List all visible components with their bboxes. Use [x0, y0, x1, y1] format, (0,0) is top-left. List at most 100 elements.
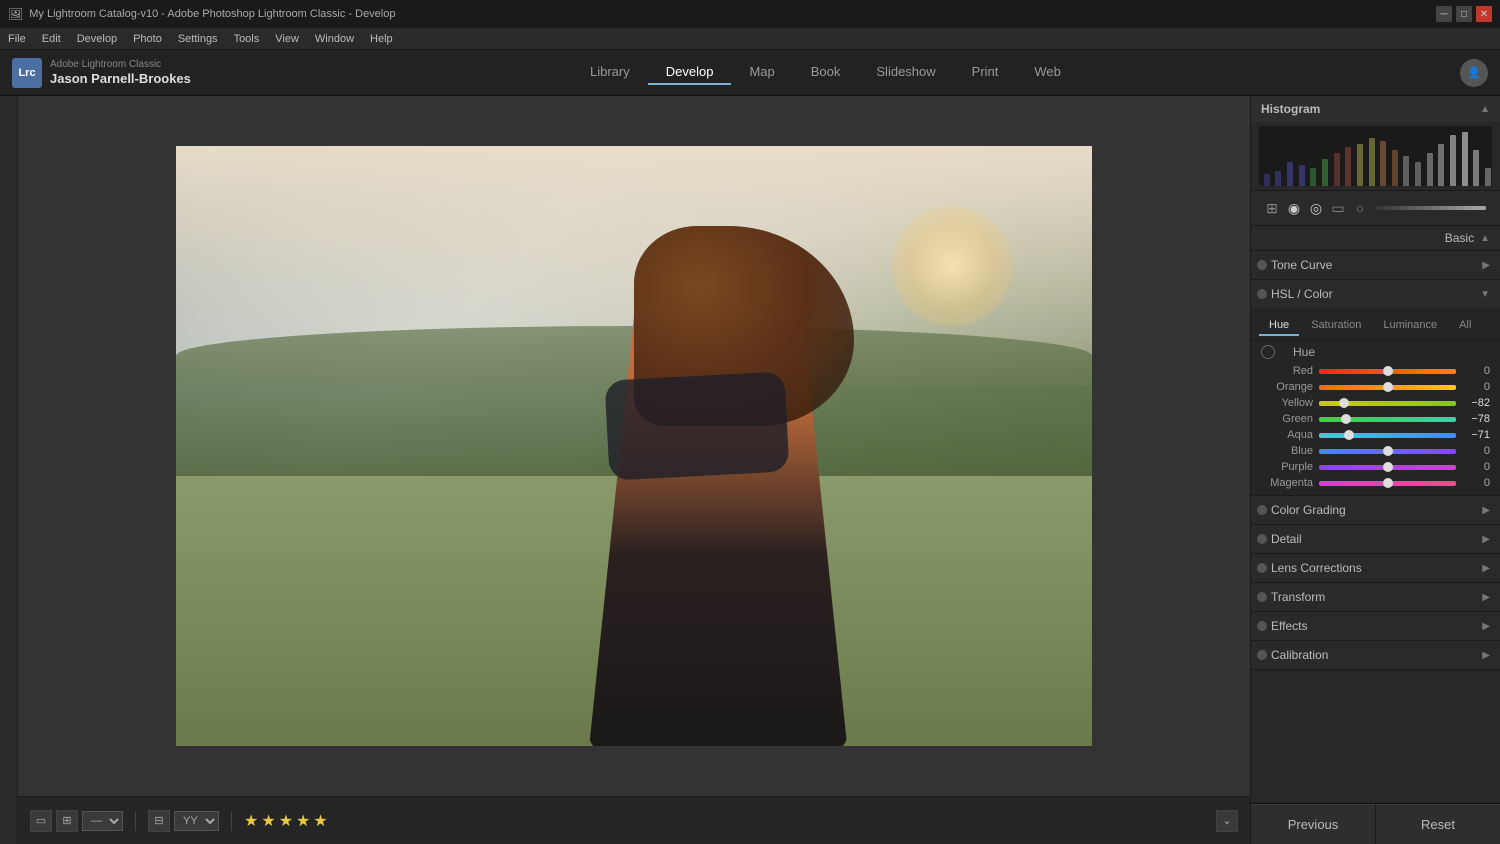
- minimize-button[interactable]: ─: [1436, 6, 1452, 22]
- hsl-tabs: Hue Saturation Luminance All: [1251, 312, 1500, 341]
- bottom-toolbar: ▭ ⊞ — ⊟ YY ★ ★ ★ ★: [18, 796, 1250, 844]
- purple-slider-track[interactable]: [1319, 465, 1456, 470]
- star-1[interactable]: ★: [244, 811, 258, 831]
- color-grading-header[interactable]: Color Grading ▶: [1251, 496, 1500, 524]
- purple-slider-thumb[interactable]: [1383, 462, 1393, 472]
- aqua-slider-track[interactable]: [1319, 433, 1456, 438]
- title-bar-controls[interactable]: ─ □ ✕: [1436, 6, 1492, 22]
- menu-bar: File Edit Develop Photo Settings Tools V…: [0, 28, 1500, 50]
- reset-button[interactable]: Reset: [1375, 804, 1500, 844]
- single-view-btn[interactable]: ▭: [30, 810, 52, 832]
- menu-tools[interactable]: Tools: [234, 33, 260, 45]
- hsl-toggle[interactable]: [1257, 289, 1267, 299]
- tab-print[interactable]: Print: [954, 60, 1017, 85]
- histogram-canvas: [1259, 126, 1492, 186]
- grid-view-btn[interactable]: ⊞: [56, 810, 78, 832]
- blue-slider-track[interactable]: [1319, 449, 1456, 454]
- ring-tool-icon[interactable]: ○: [1349, 197, 1371, 219]
- detail-section: Detail ▶: [1251, 525, 1500, 554]
- red-slider-thumb[interactable]: [1383, 366, 1393, 376]
- view-dropdown-2[interactable]: YY: [174, 811, 219, 831]
- hsl-tab-all[interactable]: All: [1449, 316, 1481, 336]
- magenta-slider-thumb[interactable]: [1383, 478, 1393, 488]
- person-scarf: [604, 371, 789, 480]
- tone-curve-header[interactable]: Tone Curve ▶: [1251, 251, 1500, 279]
- hsl-header[interactable]: HSL / Color ▼: [1251, 280, 1500, 308]
- exposure-slider[interactable]: [1375, 206, 1486, 210]
- tab-library[interactable]: Library: [572, 60, 648, 85]
- lens-corrections-collapse-icon: ▶: [1482, 563, 1490, 574]
- view-dropdown-1[interactable]: —: [82, 811, 123, 831]
- square-tool-icon[interactable]: ▭: [1327, 197, 1349, 219]
- tone-curve-toggle[interactable]: [1257, 260, 1267, 270]
- lens-corrections-header[interactable]: Lens Corrections ▶: [1251, 554, 1500, 582]
- calibration-header[interactable]: Calibration ▶: [1251, 641, 1500, 669]
- menu-help[interactable]: Help: [370, 33, 393, 45]
- star-2[interactable]: ★: [261, 811, 275, 831]
- circle-tool-icon[interactable]: ◉: [1283, 197, 1305, 219]
- aqua-slider-thumb[interactable]: [1344, 430, 1354, 440]
- basic-section-header[interactable]: Basic ▲: [1251, 226, 1500, 251]
- calibration-toggle[interactable]: [1257, 650, 1267, 660]
- user-name: Jason Parnell-Brookes: [50, 71, 191, 88]
- hsl-target-icon[interactable]: [1261, 345, 1275, 359]
- tab-web[interactable]: Web: [1016, 60, 1079, 85]
- maximize-button[interactable]: □: [1456, 6, 1472, 22]
- lens-corrections-toggle[interactable]: [1257, 563, 1267, 573]
- detail-header[interactable]: Detail ▶: [1251, 525, 1500, 553]
- yellow-slider-track[interactable]: [1319, 401, 1456, 406]
- magenta-label: Magenta: [1261, 477, 1313, 489]
- transform-toggle[interactable]: [1257, 592, 1267, 602]
- magenta-slider-track[interactable]: [1319, 481, 1456, 486]
- menu-window[interactable]: Window: [315, 33, 354, 45]
- histogram-collapse-icon[interactable]: ▲: [1480, 104, 1490, 115]
- transform-header[interactable]: Transform ▶: [1251, 583, 1500, 611]
- detail-toggle[interactable]: [1257, 534, 1267, 544]
- hsl-tab-luminance[interactable]: Luminance: [1373, 316, 1447, 336]
- red-label: Red: [1261, 365, 1313, 377]
- red-slider-track[interactable]: [1319, 369, 1456, 374]
- orange-row: Orange 0: [1251, 379, 1500, 395]
- color-grading-toggle[interactable]: [1257, 505, 1267, 515]
- menu-photo[interactable]: Photo: [133, 33, 162, 45]
- blue-slider-thumb[interactable]: [1383, 446, 1393, 456]
- basic-section-title: Basic: [1445, 231, 1474, 245]
- yellow-slider-thumb[interactable]: [1339, 398, 1349, 408]
- content: ▭ ⊞ — ⊟ YY ★ ★ ★ ★: [0, 96, 1500, 844]
- expand-btn[interactable]: ⌄: [1216, 810, 1238, 832]
- tab-book[interactable]: Book: [793, 60, 859, 85]
- effects-header[interactable]: Effects ▶: [1251, 612, 1500, 640]
- close-button[interactable]: ✕: [1476, 6, 1492, 22]
- profile-icon[interactable]: 👤: [1460, 59, 1488, 87]
- tool-icons-row: ⊞ ◉ ◎ ▭ ○: [1251, 191, 1500, 226]
- effects-title: Effects: [1271, 619, 1307, 633]
- hsl-tab-saturation[interactable]: Saturation: [1301, 316, 1371, 336]
- tab-map[interactable]: Map: [731, 60, 792, 85]
- star-5[interactable]: ★: [313, 811, 327, 831]
- orange-slider-track[interactable]: [1319, 385, 1456, 390]
- previous-button[interactable]: Previous: [1251, 804, 1375, 844]
- aqua-value: −71: [1462, 429, 1490, 441]
- hsl-collapse-icon: ▼: [1480, 289, 1490, 300]
- tab-slideshow[interactable]: Slideshow: [858, 60, 953, 85]
- star-4[interactable]: ★: [296, 811, 310, 831]
- grid-tool-icon[interactable]: ⊞: [1261, 197, 1283, 219]
- green-slider-track[interactable]: [1319, 417, 1456, 422]
- green-slider-thumb[interactable]: [1341, 414, 1351, 424]
- menu-edit[interactable]: Edit: [42, 33, 61, 45]
- title-bar: 🖼 My Lightroom Catalog-v10 - Adobe Photo…: [0, 0, 1500, 28]
- menu-view[interactable]: View: [275, 33, 299, 45]
- sort-btn[interactable]: ⊟: [148, 810, 170, 832]
- effects-toggle[interactable]: [1257, 621, 1267, 631]
- star-rating[interactable]: ★ ★ ★ ★ ★: [244, 811, 328, 831]
- menu-develop[interactable]: Develop: [77, 33, 117, 45]
- tab-develop[interactable]: Develop: [648, 60, 732, 85]
- orange-slider-thumb[interactable]: [1383, 382, 1393, 392]
- app-name: Adobe Lightroom Classic: [50, 58, 191, 71]
- menu-file[interactable]: File: [8, 33, 26, 45]
- target-tool-icon[interactable]: ◎: [1305, 197, 1327, 219]
- hsl-tab-hue[interactable]: Hue: [1259, 316, 1299, 336]
- star-3[interactable]: ★: [279, 811, 293, 831]
- menu-settings[interactable]: Settings: [178, 33, 218, 45]
- effects-collapse-icon: ▶: [1482, 621, 1490, 632]
